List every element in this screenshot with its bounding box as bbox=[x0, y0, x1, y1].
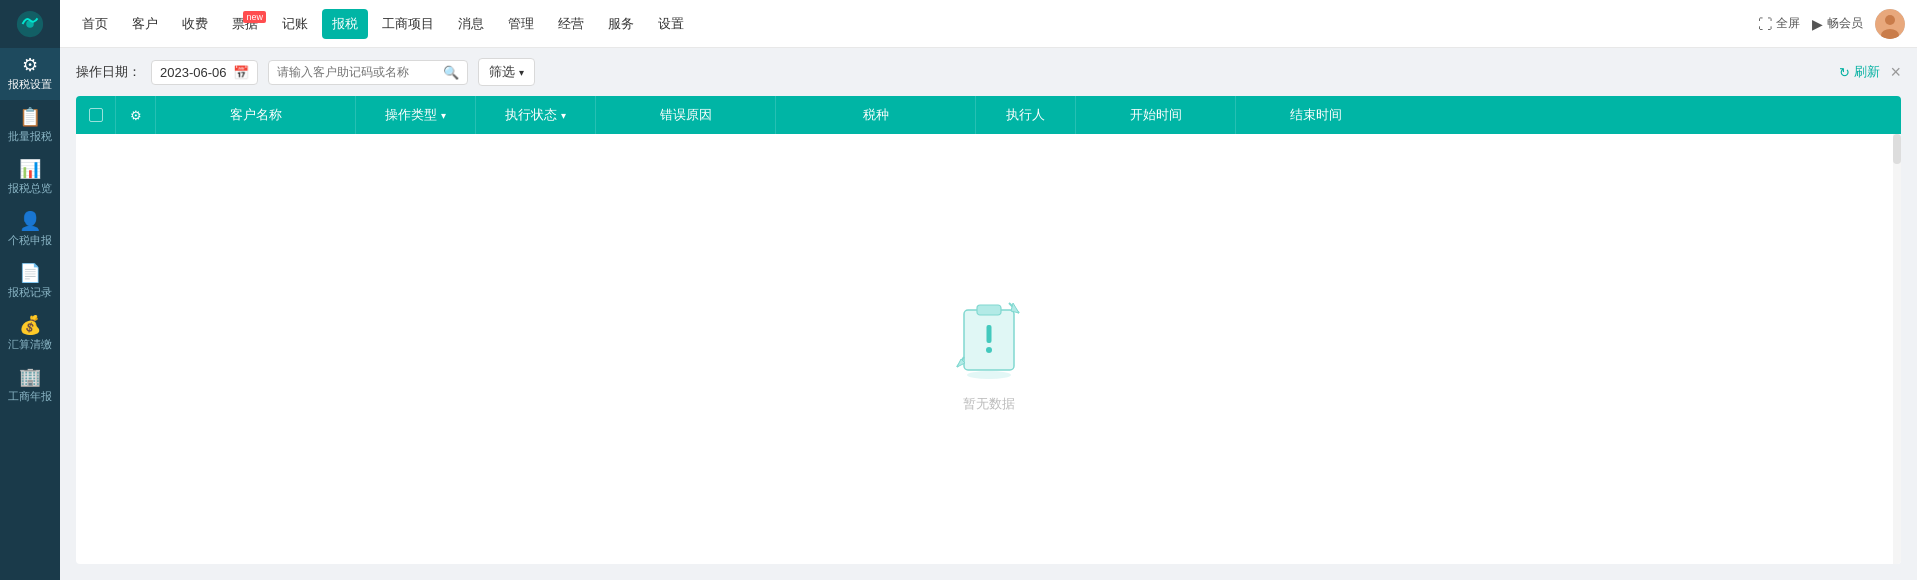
svg-rect-6 bbox=[977, 305, 1001, 315]
scroll-thumb[interactable] bbox=[1893, 134, 1901, 164]
fullscreen-icon: ⛶ bbox=[1758, 16, 1772, 32]
fullscreen-button[interactable]: ⛶ 全屏 bbox=[1758, 15, 1800, 32]
filter-label: 筛选 bbox=[489, 63, 515, 81]
geshuishenbao-icon: 👤 bbox=[19, 212, 41, 230]
baoshuizonglan-icon: 📊 bbox=[19, 160, 41, 178]
topnav-right: ⛶ 全屏 ▶ 畅会员 bbox=[1758, 9, 1905, 39]
svg-point-13 bbox=[967, 371, 1011, 379]
main-area: 首页 客户 收费 票据 new 记账 报税 工商项目 消息 管理 经营 服务 设… bbox=[60, 0, 1917, 580]
settings-icon: ⚙ bbox=[130, 108, 142, 123]
date-input[interactable]: 2023-06-06 📅 bbox=[151, 60, 258, 85]
member-icon: ▶ bbox=[1812, 16, 1823, 32]
search-input[interactable] bbox=[277, 65, 439, 79]
empty-text: 暂无数据 bbox=[963, 395, 1015, 413]
svg-point-1 bbox=[26, 20, 34, 28]
nav-piao-badge: new bbox=[243, 11, 266, 24]
sidebar-item-geshuishenbao[interactable]: 👤 个税申报 bbox=[0, 204, 60, 256]
sidebar-item-geshuishenbao-label: 个税申报 bbox=[8, 233, 52, 248]
svg-marker-10 bbox=[1011, 303, 1019, 313]
nav-baoshui[interactable]: 报税 bbox=[322, 9, 368, 39]
sidebar-item-pilianbaoshui-label: 批量报税 bbox=[8, 129, 52, 144]
sidebar-item-baoshuishezhi[interactable]: ⚙ 报税设置 bbox=[0, 48, 60, 100]
nav-piao[interactable]: 票据 new bbox=[222, 9, 268, 39]
user-avatar[interactable] bbox=[1875, 9, 1905, 39]
sidebar-item-gongshangnianbao[interactable]: 🏢 工商年报 bbox=[0, 360, 60, 412]
header-checkbox[interactable] bbox=[89, 108, 103, 122]
sidebar-item-huisuanqingshui[interactable]: 💰 汇算清缴 bbox=[0, 308, 60, 360]
nav-guanli[interactable]: 管理 bbox=[498, 9, 544, 39]
nav-xiaoxi[interactable]: 消息 bbox=[448, 9, 494, 39]
table-body: 暂无数据 bbox=[76, 134, 1901, 564]
gongshangnianbao-icon: 🏢 bbox=[19, 368, 41, 386]
nav-kehu[interactable]: 客户 bbox=[122, 9, 168, 39]
empty-state: 暂无数据 bbox=[939, 285, 1039, 413]
date-value: 2023-06-06 bbox=[160, 65, 227, 80]
refresh-button[interactable]: ↻ 刷新 bbox=[1839, 63, 1880, 81]
content: 操作日期： 2023-06-06 📅 🔍 筛选 ▾ ↻ 刷新 × bbox=[60, 48, 1917, 580]
sidebar: ⚙ 报税设置 📋 批量报税 📊 报税总览 👤 个税申报 📄 报税记录 💰 汇算清… bbox=[0, 0, 60, 580]
th-customer-name: 客户名称 bbox=[156, 96, 356, 134]
th-settings[interactable]: ⚙ bbox=[116, 96, 156, 134]
table-container: ⚙ 客户名称 操作类型 ▾ 执行状态 ▾ 错误原因 税种 bbox=[76, 96, 1901, 564]
baoshuijilu-icon: 📄 bbox=[19, 264, 41, 282]
svg-point-7 bbox=[986, 347, 992, 353]
toolbar: 操作日期： 2023-06-06 📅 🔍 筛选 ▾ ↻ 刷新 × bbox=[60, 48, 1917, 96]
sidebar-item-gongshangnianbao-label: 工商年报 bbox=[8, 389, 52, 404]
search-icon: 🔍 bbox=[443, 65, 459, 80]
filter-icon-exec: ▾ bbox=[561, 110, 566, 121]
empty-illustration bbox=[939, 285, 1039, 385]
nav-shezhi[interactable]: 设置 bbox=[648, 9, 694, 39]
th-start-time: 开始时间 bbox=[1076, 96, 1236, 134]
nav-jizhang[interactable]: 记账 bbox=[272, 9, 318, 39]
baoshuishezhi-icon: ⚙ bbox=[22, 56, 38, 74]
svg-rect-8 bbox=[986, 325, 991, 343]
th-end-time: 结束时间 bbox=[1236, 96, 1396, 134]
nav-gongshang[interactable]: 工商项目 bbox=[372, 9, 444, 39]
th-operation-type[interactable]: 操作类型 ▾ bbox=[356, 96, 476, 134]
sidebar-item-baoshuizonglan-label: 报税总览 bbox=[8, 181, 52, 196]
scroll-track[interactable] bbox=[1893, 134, 1901, 564]
filter-button[interactable]: 筛选 ▾ bbox=[478, 58, 535, 86]
th-checkbox[interactable] bbox=[76, 96, 116, 134]
sidebar-logo bbox=[0, 0, 60, 48]
nav-shoufei[interactable]: 收费 bbox=[172, 9, 218, 39]
sidebar-item-baoshuijilu-label: 报税记录 bbox=[8, 285, 52, 300]
refresh-icon: ↻ bbox=[1839, 65, 1850, 80]
search-box[interactable]: 🔍 bbox=[268, 60, 468, 85]
svg-point-3 bbox=[1885, 15, 1895, 25]
sidebar-item-pilianbaoshui[interactable]: 📋 批量报税 bbox=[0, 100, 60, 152]
calendar-icon: 📅 bbox=[233, 65, 249, 80]
sidebar-item-baoshuizonglan[interactable]: 📊 报税总览 bbox=[0, 152, 60, 204]
table-header: ⚙ 客户名称 操作类型 ▾ 执行状态 ▾ 错误原因 税种 bbox=[76, 96, 1901, 134]
topnav: 首页 客户 收费 票据 new 记账 报税 工商项目 消息 管理 经营 服务 设… bbox=[60, 0, 1917, 48]
member-button[interactable]: ▶ 畅会员 bbox=[1812, 15, 1863, 32]
close-button[interactable]: × bbox=[1890, 63, 1901, 81]
filter-icon-operation: ▾ bbox=[441, 110, 446, 121]
nav-fuwu[interactable]: 服务 bbox=[598, 9, 644, 39]
th-tax-type: 税种 bbox=[776, 96, 976, 134]
th-exec-status[interactable]: 执行状态 ▾ bbox=[476, 96, 596, 134]
sidebar-item-baoshuijilu[interactable]: 📄 报税记录 bbox=[0, 256, 60, 308]
date-label: 操作日期： bbox=[76, 63, 141, 81]
huisuanqingshui-icon: 💰 bbox=[19, 316, 41, 334]
chevron-down-icon: ▾ bbox=[519, 67, 524, 78]
th-executor: 执行人 bbox=[976, 96, 1076, 134]
pilianbaoshui-icon: 📋 bbox=[19, 108, 41, 126]
nav-home[interactable]: 首页 bbox=[72, 9, 118, 39]
sidebar-item-huisuanqingshui-label: 汇算清缴 bbox=[8, 337, 52, 352]
topnav-items: 首页 客户 收费 票据 new 记账 报税 工商项目 消息 管理 经营 服务 设… bbox=[72, 9, 1758, 39]
th-error-reason: 错误原因 bbox=[596, 96, 776, 134]
sidebar-item-baoshuishezhi-label: 报税设置 bbox=[8, 77, 52, 92]
nav-jingying[interactable]: 经营 bbox=[548, 9, 594, 39]
